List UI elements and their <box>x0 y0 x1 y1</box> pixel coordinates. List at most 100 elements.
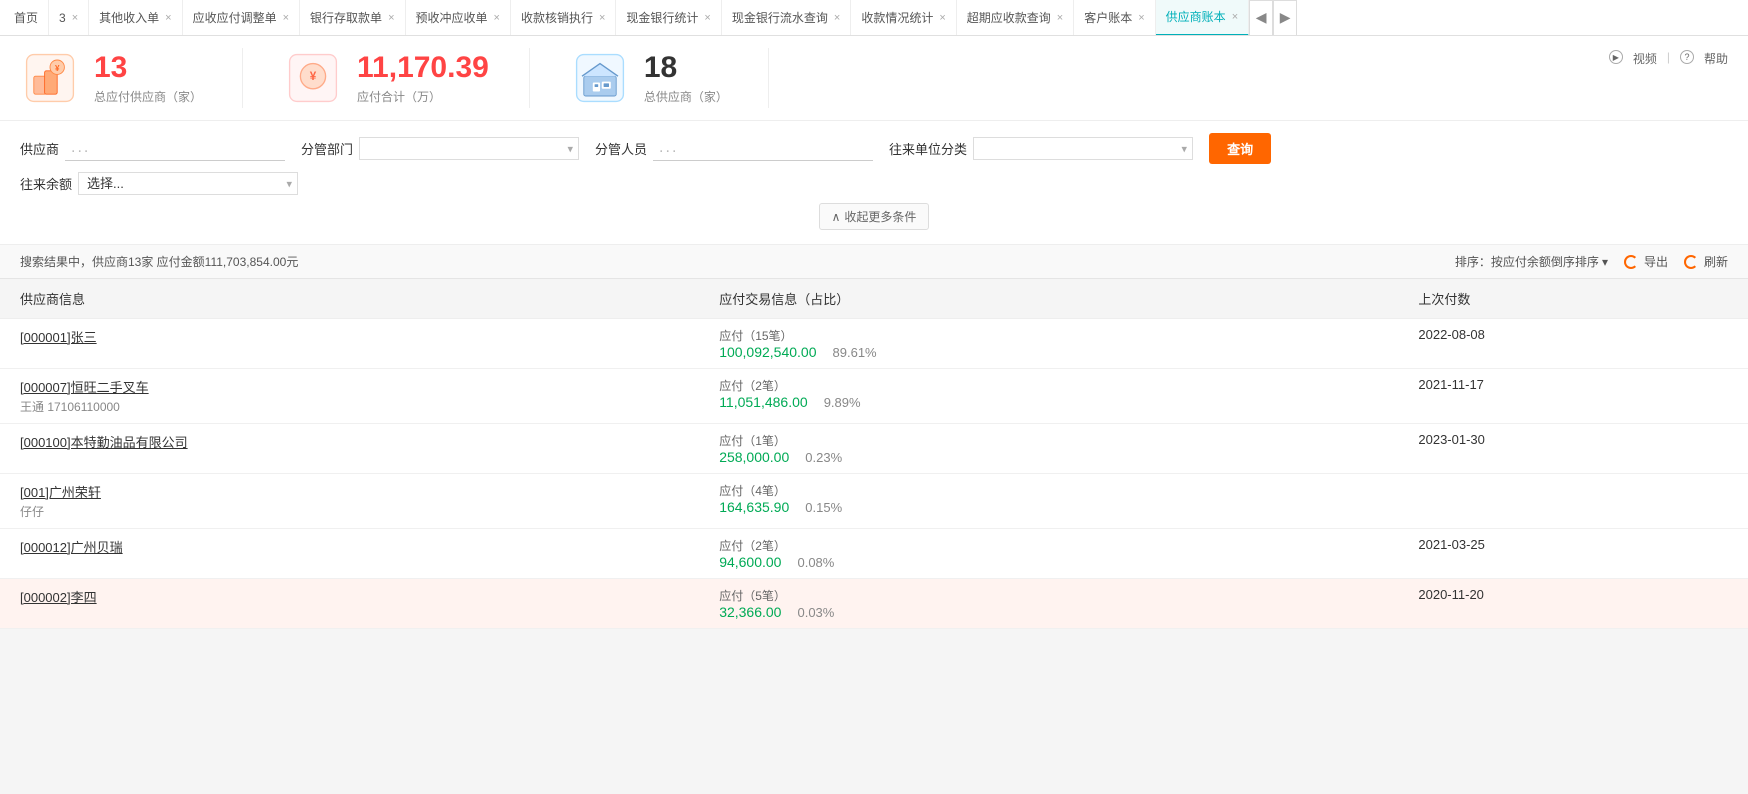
refresh-circle-icon <box>1684 255 1698 269</box>
balance-select-wrap: 选择... <box>78 172 298 195</box>
refresh-button[interactable]: 刷新 <box>1684 253 1728 270</box>
supplier-cell: [000002]李四 <box>0 579 699 629</box>
nav-tab-overdue-query-close[interactable]: × <box>1057 12 1063 24</box>
last-payment-cell: 2020-11-20 <box>1398 579 1748 629</box>
circle-video-icon: ▶ <box>1609 50 1623 64</box>
nav-tab-other-income[interactable]: 其他收入单 × <box>89 0 182 36</box>
nav-tab-customer-account[interactable]: 客户账本 × <box>1074 0 1155 36</box>
supplier-input[interactable] <box>65 136 285 161</box>
table-row: [000012]广州贝瑞应付（2笔）94,600.000.08%2021-03-… <box>0 529 1748 579</box>
nav-tab-payable-adjust[interactable]: 应收应付调整单 × <box>183 0 300 36</box>
balance-select[interactable]: 选择... <box>78 172 298 195</box>
amount-percent: 0.08% <box>797 555 834 570</box>
nav-tab-3-close[interactable]: × <box>72 12 78 24</box>
nav-tab-collection-verify-close[interactable]: × <box>599 12 605 24</box>
nav-tab-bank-deposit-close[interactable]: × <box>388 12 394 24</box>
stat-payable-suppliers-text: 13 总应付供应商（家） <box>94 51 202 105</box>
filter-balance: 往来余额 选择... <box>20 172 298 195</box>
nav-tab-supplier-account[interactable]: 供应商账本 × <box>1156 0 1249 36</box>
help-link[interactable]: 帮助 <box>1704 50 1728 67</box>
table-row: [000001]张三应付（15笔）100,092,540.0089.61%202… <box>0 319 1748 369</box>
tx-cell: 应付（2笔）11,051,486.009.89% <box>699 369 1398 424</box>
amount-value[interactable]: 94,600.00 <box>719 554 781 570</box>
amount-percent: 0.23% <box>805 450 842 465</box>
supplier-link[interactable]: [000007]恒旺二手叉车 <box>20 380 149 395</box>
category-select-wrap <box>973 137 1193 160</box>
nav-arrow-right[interactable]: ▶ <box>1273 0 1297 36</box>
filter-category: 往来单位分类 <box>889 137 1193 160</box>
amount-percent: 0.15% <box>805 500 842 515</box>
stat-payable-suppliers: ¥ 13 总应付供应商（家） <box>20 48 243 108</box>
export-circle-icon <box>1624 255 1638 269</box>
amount-value[interactable]: 32,366.00 <box>719 604 781 620</box>
filter-bar: 供应商 分管部门 分管人员 往来单位分类 <box>0 121 1748 245</box>
query-button[interactable]: 查询 <box>1209 133 1271 164</box>
nav-tab-prepay[interactable]: 预收冲应收单 × <box>406 0 511 36</box>
supplier-table: 供应商信息 应付交易信息（占比） 上次付数 [000001]张三应付（15笔）1… <box>0 279 1748 629</box>
tx-label: 应付（1笔） <box>719 432 1378 449</box>
right-actions: 排序：按应付余额倒序排序 ▾ 导出 刷新 <box>1455 253 1728 270</box>
supplier-cell: [000001]张三 <box>0 319 699 369</box>
tx-label: 应付（5笔） <box>719 587 1378 604</box>
supplier-link[interactable]: [000002]李四 <box>20 590 97 605</box>
nav-tab-cash-bank-flow[interactable]: 现金银行流水查询 × <box>722 0 851 36</box>
nav-tab-payable-adjust-close[interactable]: × <box>283 12 289 24</box>
amount-value[interactable]: 258,000.00 <box>719 449 789 465</box>
nav-tab-collection-stat[interactable]: 收款情况统计 × <box>851 0 956 36</box>
nav-tab-cash-bank-flow-close[interactable]: × <box>834 12 840 24</box>
tx-cell: 应付（1笔）258,000.00 0.23% <box>699 424 1398 474</box>
top-links: ▶ 视频 | ? 帮助 <box>1609 50 1728 67</box>
table-row: [000100]本特勤油品有限公司应付（1笔）258,000.000.23%20… <box>0 424 1748 474</box>
balance-label: 往来余额 <box>20 174 72 193</box>
nav-tab-cash-bank-stat[interactable]: 现金银行统计 × <box>616 0 721 36</box>
nav-tab-other-income-close[interactable]: × <box>165 12 171 24</box>
amount-value[interactable]: 164,635.90 <box>719 499 789 515</box>
video-link[interactable]: 视频 <box>1633 50 1657 67</box>
supplier-link[interactable]: [000001]张三 <box>20 330 97 345</box>
nav-tab-customer-account-close[interactable]: × <box>1138 12 1144 24</box>
results-summary: 搜索结果中，供应商13家 应付金额111,703,854.00元 <box>20 253 298 270</box>
stat-total-suppliers: 18 总供应商（家） <box>570 48 769 108</box>
supplier-link[interactable]: [000012]广州贝瑞 <box>20 540 123 555</box>
stat-payable-total: ¥ 11,170.39 应付合计（万） <box>283 48 530 108</box>
nav-tab-prepay-close[interactable]: × <box>494 12 500 24</box>
dept-label: 分管部门 <box>301 139 353 158</box>
amount-value[interactable]: 100,092,540.00 <box>719 344 816 360</box>
filter-row-1: 供应商 分管部门 分管人员 往来单位分类 <box>20 133 1728 164</box>
person-input[interactable] <box>653 136 873 161</box>
supplier-link[interactable]: [000100]本特勤油品有限公司 <box>20 435 188 450</box>
nav-tab-cash-bank-stat-close[interactable]: × <box>704 12 710 24</box>
supplier-link[interactable]: [001]广州荣轩 <box>20 485 101 500</box>
sort-button[interactable]: 排序：按应付余额倒序排序 ▾ <box>1455 253 1608 270</box>
nav-tab-collection-stat-close[interactable]: × <box>939 12 945 24</box>
nav-tab-supplier-account-close[interactable]: × <box>1232 11 1238 23</box>
supplier-cell: [000100]本特勤油品有限公司 <box>0 424 699 474</box>
nav-arrow-left[interactable]: ◀ <box>1249 0 1273 36</box>
filter-supplier: 供应商 <box>20 136 285 161</box>
nav-tab-3[interactable]: 3 × <box>49 0 89 36</box>
tx-cell: 应付（2笔）94,600.00 0.08% <box>699 529 1398 579</box>
filter-row-2: 往来余额 选择... <box>20 172 1728 195</box>
export-button[interactable]: 导出 <box>1624 253 1668 270</box>
collapse-icon: ∧ <box>832 210 841 224</box>
circle-help-icon: ? <box>1680 50 1694 64</box>
nav-tab-overdue-query[interactable]: 超期应收款查询 × <box>957 0 1074 36</box>
amount-percent: 9.89% <box>824 395 861 410</box>
stat-total-suppliers-text: 18 总供应商（家） <box>644 51 728 105</box>
person-label: 分管人员 <box>595 139 647 158</box>
nav-tab-home[interactable]: 首页 <box>4 0 49 36</box>
last-payment-cell: 2021-11-17 <box>1398 369 1748 424</box>
payable-suppliers-icon: ¥ <box>20 48 80 108</box>
supplier-sub-info: 仔仔 <box>20 503 679 520</box>
category-select[interactable] <box>973 137 1193 160</box>
nav-tab-collection-verify[interactable]: 收款核销执行 × <box>511 0 616 36</box>
collapse-button[interactable]: ∧ 收起更多条件 <box>819 203 930 230</box>
tx-label: 应付（2笔） <box>719 537 1378 554</box>
dept-select[interactable] <box>359 137 579 160</box>
payable-total-icon: ¥ <box>283 48 343 108</box>
sort-down-icon: ▾ <box>1602 255 1608 269</box>
table-row: [000002]李四应付（5笔）32,366.000.03%2020-11-20 <box>0 579 1748 629</box>
supplier-sub-info: 王通 17106110000 <box>20 398 679 415</box>
amount-value[interactable]: 11,051,486.00 <box>719 394 808 410</box>
nav-tab-bank-deposit[interactable]: 银行存取款单 × <box>300 0 405 36</box>
